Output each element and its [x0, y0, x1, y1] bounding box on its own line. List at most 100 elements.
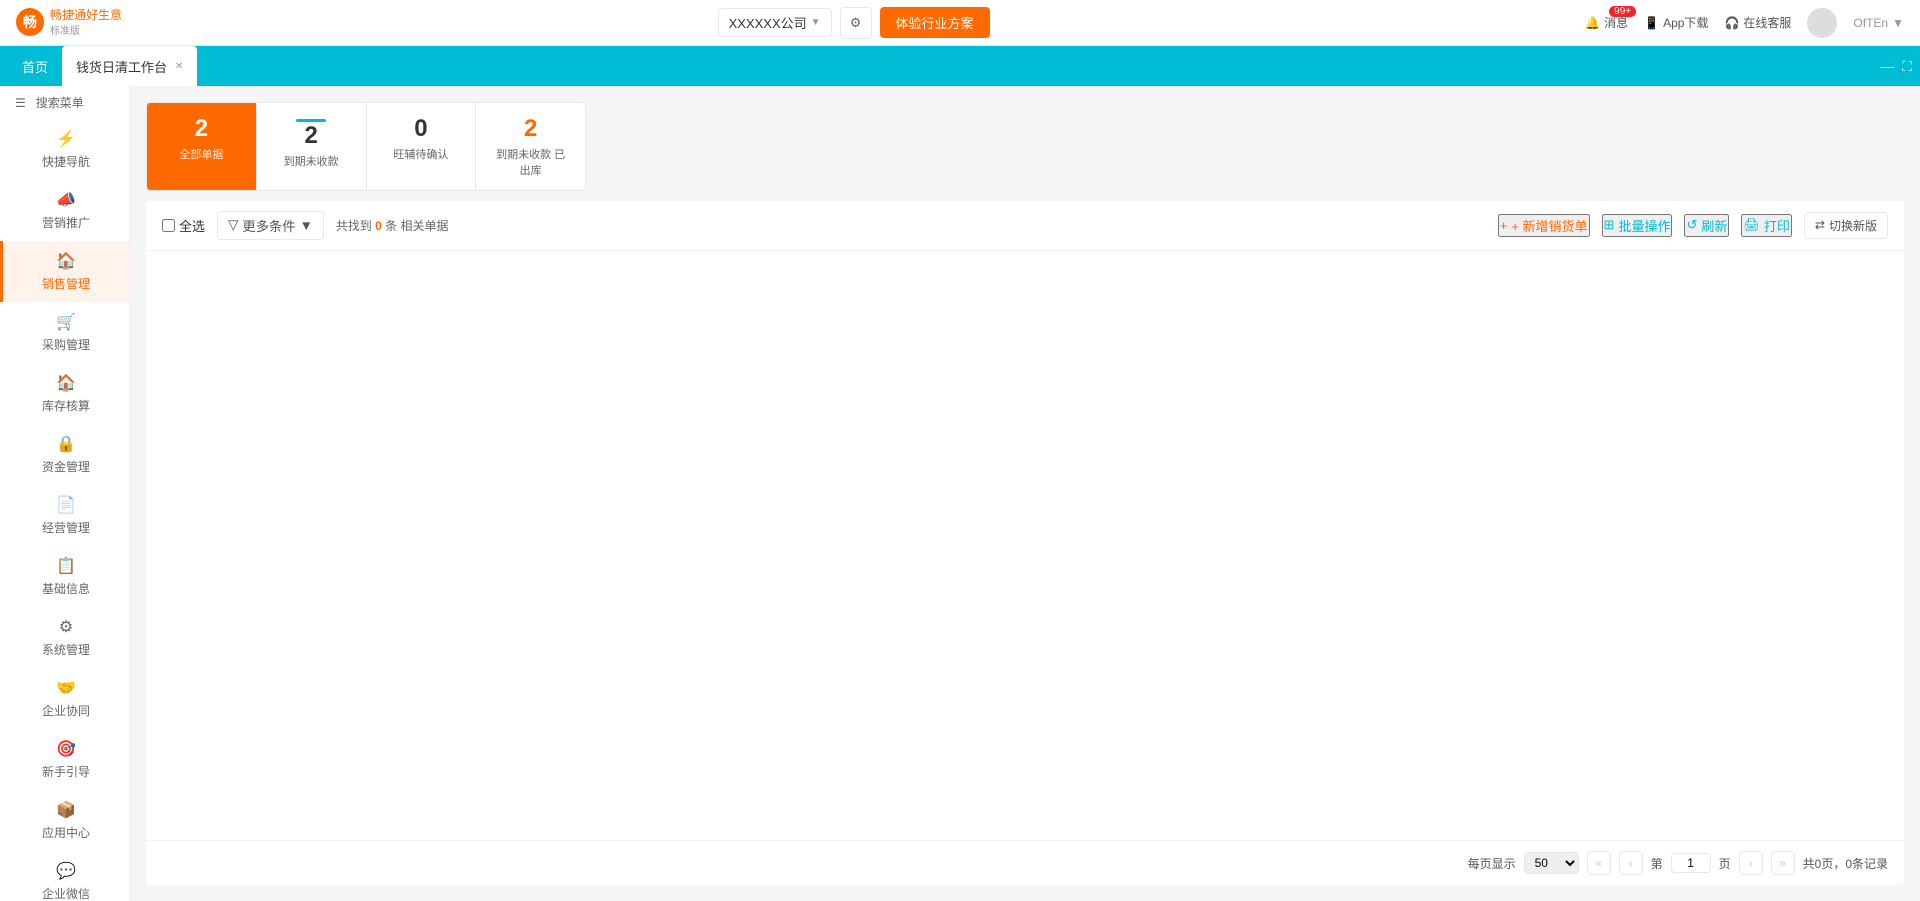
print-button[interactable]: 🖨 打印	[1741, 214, 1792, 237]
sidebar-item-wechat[interactable]: 💬 企业微信	[0, 851, 129, 901]
select-all-checkbox[interactable]: 全选	[162, 216, 205, 235]
sidebar-item-cooperation[interactable]: 🤝 企业协同	[0, 668, 129, 729]
empty-state	[146, 251, 1904, 840]
batch-icon: ⊞	[1604, 217, 1615, 233]
sidebar-item-finance[interactable]: 🔒 资金管理	[0, 424, 129, 485]
user-chevron-icon: ▼	[1892, 16, 1904, 30]
settings-button[interactable]: ⚙	[840, 7, 872, 39]
next-page-button[interactable]: ›	[1739, 851, 1763, 875]
total-label: 共0页，0条记录	[1803, 855, 1888, 872]
add-sales-order-button[interactable]: + + 新增销货单	[1498, 214, 1590, 237]
tab-close-icon[interactable]: ✕	[175, 61, 183, 72]
stat-card-all[interactable]: 2 全部单据	[147, 103, 257, 190]
add-btn-label: + 新增销货单	[1511, 216, 1587, 235]
filter-icon: ▽	[228, 217, 238, 233]
found-prefix: 共找到	[336, 219, 372, 233]
table-area	[146, 251, 1904, 840]
app-download-label: App下载	[1663, 14, 1708, 31]
filter-label: 更多条件	[242, 216, 295, 235]
stat-label-all: 全部单据	[163, 146, 240, 162]
tab-actions: — ⛶	[1880, 58, 1912, 75]
per-page-select[interactable]: 50 10 20 100	[1524, 852, 1579, 874]
gear-icon: ⚙	[850, 15, 862, 31]
sidebar-item-system[interactable]: ⚙ 系统管理	[0, 607, 129, 668]
select-all-input[interactable]	[162, 219, 175, 232]
sidebar: ☰ 搜索菜单 ⚡ 快捷导航 📣 营销推广 🏠 销售管理 🛒 采购管理 🏠 库存核…	[0, 86, 130, 901]
found-count: 0	[375, 219, 382, 233]
last-page-button[interactable]: »	[1771, 851, 1795, 875]
system-icon: ⚙	[59, 617, 73, 637]
sidebar-item-basic-info[interactable]: 📋 基础信息	[0, 546, 129, 607]
mobile-icon: 📱	[1644, 16, 1659, 30]
brand-text: 畅捷通好生意 标准版	[50, 8, 122, 37]
pagination-bar: 每页显示 50 10 20 100 « ‹ 第 页 › » 共0页，0条记录	[146, 840, 1904, 885]
lock-icon: 🔒	[56, 434, 76, 454]
sidebar-item-marketing[interactable]: 📣 营销推广	[0, 180, 129, 241]
brand-area: 畅 畅捷通好生意 标准版	[16, 8, 122, 37]
sidebar-label-quick-nav: 快捷导航	[42, 153, 90, 170]
document-icon: 📄	[56, 495, 76, 515]
user-name: OfTEn	[1853, 16, 1888, 30]
tab-home-label: 首页	[22, 57, 48, 76]
sidebar-item-app-center[interactable]: 📦 应用中心	[0, 790, 129, 851]
prev-page-button[interactable]: ‹	[1619, 851, 1643, 875]
sidebar-label-basic-info: 基础信息	[42, 580, 90, 597]
page-input[interactable]	[1671, 853, 1711, 873]
sidebar-item-quick-nav[interactable]: ⚡ 快捷导航	[0, 119, 129, 180]
stat-label-pending: 旺辅待确认	[383, 146, 460, 162]
main-content: 2 全部单据 2 到期未收款 0 旺辅待确认 2 到期未收款 已出库 全选	[130, 86, 1920, 901]
stat-num-overdue-shipped: 2	[492, 115, 569, 144]
page-suffix: 页	[1719, 855, 1731, 872]
online-service-button[interactable]: 🎧 在线客服	[1724, 14, 1791, 31]
toolbar-right: + + 新增销货单 ⊞ 批量操作 ↺ 刷新 🖨 打印 ⇄ 切换新版	[1498, 212, 1888, 239]
stat-label-overdue: 到期未收款	[273, 153, 350, 169]
found-unit: 条	[385, 219, 397, 233]
stat-card-overdue[interactable]: 2 到期未收款	[257, 103, 367, 190]
stat-num-all: 2	[163, 115, 240, 144]
top-bar-center: XXXXXX公司 ▼ ⚙ 体验行业方案	[718, 7, 990, 39]
brand-logo[interactable]: 畅 畅捷通好生意 标准版	[16, 8, 122, 37]
trial-button[interactable]: 体验行业方案	[880, 7, 990, 38]
toolbar: 全选 ▽ 更多条件 ▼ 共找到 0 条 相关单据 + + 新增销货单 ⊞ 批量操…	[146, 201, 1904, 251]
bell-icon: 🔔	[1585, 16, 1600, 30]
online-service-label: 在线客服	[1743, 14, 1791, 31]
tab-bar: 首页 钱货日清工作台 ✕ — ⛶	[0, 46, 1920, 86]
tab-maximize-icon[interactable]: ⛶	[1902, 58, 1912, 75]
sidebar-label-finance: 资金管理	[42, 458, 90, 475]
sidebar-item-purchase[interactable]: 🛒 采购管理	[0, 302, 129, 363]
sidebar-item-search[interactable]: ☰ 搜索菜单	[0, 86, 129, 119]
stat-card-pending[interactable]: 0 旺辅待确认	[367, 103, 477, 190]
select-all-label: 全选	[179, 216, 205, 235]
tab-cashflow-label: 钱货日清工作台	[76, 57, 167, 76]
company-selector[interactable]: XXXXXX公司 ▼	[718, 8, 832, 37]
stat-card-overdue-shipped[interactable]: 2 到期未收款 已出库	[476, 103, 585, 190]
filter-button[interactable]: ▽ 更多条件 ▼	[217, 211, 324, 240]
batch-operation-button[interactable]: ⊞ 批量操作	[1602, 214, 1673, 237]
refresh-label: 刷新	[1701, 216, 1727, 235]
sidebar-label-app-center: 应用中心	[42, 824, 90, 841]
lightning-icon: ⚡	[56, 129, 76, 149]
print-label: 打印	[1764, 216, 1790, 235]
sidebar-search-label: 搜索菜单	[36, 94, 84, 111]
sidebar-item-sales[interactable]: 🏠 销售管理	[0, 241, 129, 302]
tab-minimize-icon[interactable]: —	[1880, 58, 1894, 75]
messages-badge: 99+	[1609, 6, 1636, 17]
avatar[interactable]	[1807, 8, 1837, 38]
chevron-down-icon: ▼	[811, 17, 821, 28]
sidebar-item-operation[interactable]: 📄 经营管理	[0, 485, 129, 546]
stat-cards: 2 全部单据 2 到期未收款 0 旺辅待确认 2 到期未收款 已出库	[146, 102, 586, 191]
refresh-button[interactable]: ↺ 刷新	[1684, 214, 1729, 237]
sidebar-item-guide[interactable]: 🎯 新手引导	[0, 729, 129, 790]
found-text: 共找到 0 条 相关单据	[336, 217, 449, 234]
messages-button[interactable]: 🔔 消息 99+	[1585, 14, 1628, 31]
sidebar-item-inventory[interactable]: 🏠 库存核算	[0, 363, 129, 424]
chat-icon: 💬	[56, 861, 76, 881]
tab-cashflow[interactable]: 钱货日清工作台 ✕	[62, 46, 197, 86]
switch-version-button[interactable]: ⇄ 切换新版	[1804, 212, 1888, 239]
user-name-area[interactable]: OfTEn ▼	[1853, 16, 1904, 30]
first-page-button[interactable]: «	[1587, 851, 1611, 875]
tab-home[interactable]: 首页	[8, 46, 62, 86]
app-download-button[interactable]: 📱 App下载	[1644, 14, 1708, 31]
table-icon: 📋	[56, 556, 76, 576]
guide-icon: 🎯	[56, 739, 76, 759]
